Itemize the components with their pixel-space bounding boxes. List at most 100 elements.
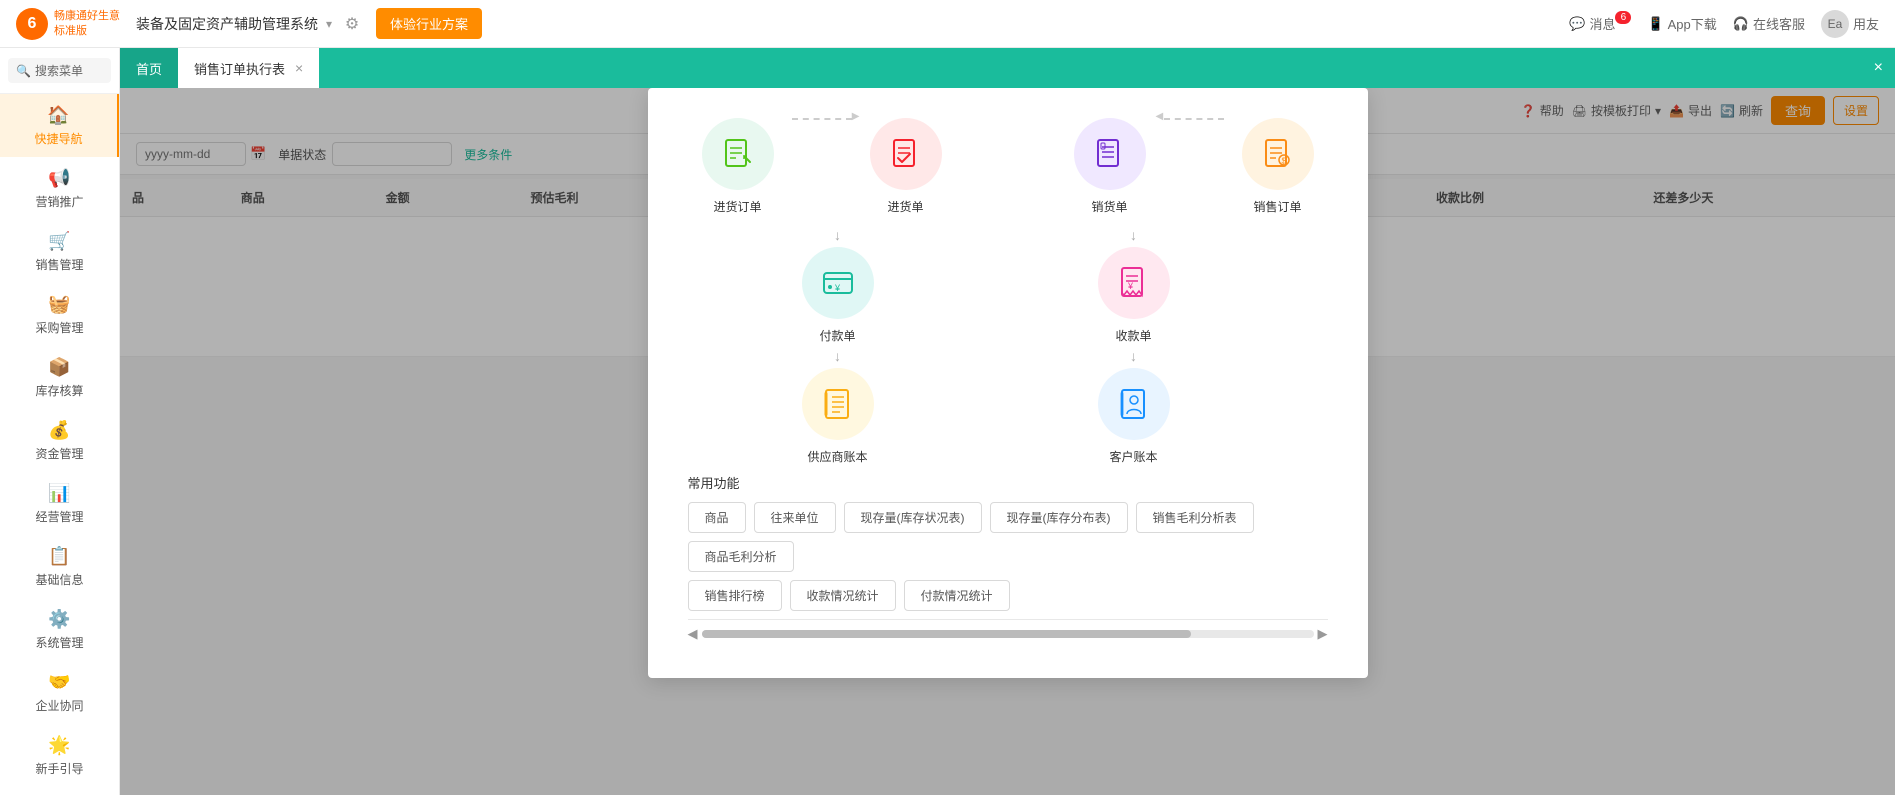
flow-node-sales-receipt[interactable]: 销货单 [1060, 118, 1160, 215]
beginner-icon: 🌟 [49, 734, 71, 756]
func-btn-product-profit[interactable]: 商品毛利分析 [688, 541, 794, 572]
tab-bar-close-icon[interactable]: × [1874, 59, 1883, 77]
purchase-receipt-label: 进货单 [887, 198, 923, 215]
enterprise-icon: 🤝 [49, 671, 71, 693]
scroll-right-icon[interactable]: ▶ [1318, 626, 1328, 642]
flow-node-receipt[interactable]: ¥ 收款单 [1084, 247, 1184, 344]
func-btn-customer-supplier[interactable]: 往来单位 [754, 502, 836, 533]
purchase-order-icon [702, 118, 774, 190]
sidebar-item-basic-info[interactable]: 📋 基础信息 [0, 535, 119, 598]
top-right-actions: 💬 消息 6 📱 App下载 🎧 在线客服 Ea 用友 [1569, 10, 1879, 38]
scroll-left-icon[interactable]: ◀ [688, 626, 698, 642]
marketing-icon: 📢 [49, 167, 71, 189]
flow-node-supplier-ledger[interactable]: 供应商账本 [788, 368, 888, 465]
tab-bar: 首页 销售订单执行表 × × [120, 48, 1895, 88]
payment-label: 付款单 [819, 327, 855, 344]
sidebar-item-sales[interactable]: 🛒 销售管理 [0, 220, 119, 283]
sidebar-item-finance[interactable]: 💰 资金管理 [0, 409, 119, 472]
service-icon: 🎧 [1733, 16, 1749, 32]
app-download-action[interactable]: 📱 App下载 [1647, 14, 1716, 33]
modal-content: 进货订单 [648, 88, 1368, 678]
scroll-area: ◀ ▶ [688, 619, 1328, 648]
content-area: 首页 销售订单执行表 × × ❓ 帮助 🖨 按 [120, 48, 1895, 795]
finance-icon: 💰 [49, 419, 71, 441]
flow-node-sales-order[interactable]: $ 销售订单 [1228, 118, 1328, 215]
basic-info-icon: 📋 [49, 545, 71, 567]
top-bar: 6 畅康通好生意 标准版 装备及固定资产辅助管理系统 ▾ ⚙ 体验行业方案 💬 … [0, 0, 1895, 48]
inventory-icon: 📦 [49, 356, 71, 378]
sales-icon: 🛒 [49, 230, 71, 252]
sales-receipt-label: 销货单 [1091, 198, 1127, 215]
tab-sales-order[interactable]: 销售订单执行表 × [178, 48, 319, 88]
logo-icon: 6 [16, 8, 48, 40]
sidebar-item-enterprise[interactable]: 🤝 企业协同 [0, 661, 119, 724]
payment-icon: ¥ [802, 247, 874, 319]
message-icon: 💬 [1569, 16, 1585, 32]
system-icon: ⚙️ [49, 608, 71, 630]
func-btn-inventory-status[interactable]: 现存量(库存状况表) [844, 502, 982, 533]
operations-icon: 📊 [49, 482, 71, 504]
logo-text: 畅康通好生意 标准版 [54, 9, 120, 38]
flow-node-purchase-receipt[interactable]: 进货单 [856, 118, 956, 215]
receipt-label: 收款单 [1115, 327, 1151, 344]
online-service-action[interactable]: 🎧 在线客服 [1733, 14, 1805, 33]
message-action[interactable]: 💬 消息 6 [1569, 14, 1631, 33]
avatar: Ea [1821, 10, 1849, 38]
download-icon: 📱 [1647, 16, 1663, 32]
flow-node-customer-ledger[interactable]: 客户账本 [1084, 368, 1184, 465]
sidebar-item-operations[interactable]: 📊 经营管理 [0, 472, 119, 535]
func-btn-payment-stats[interactable]: 付款情况统计 [904, 580, 1010, 611]
search-icon: 🔍 [16, 64, 31, 78]
user-label: 用友 [1853, 14, 1879, 33]
experience-btn[interactable]: 体验行业方案 [376, 8, 482, 39]
sidebar-item-system[interactable]: ⚙️ 系统管理 [0, 598, 119, 661]
receipt-icon: ¥ [1098, 247, 1170, 319]
tab-close-icon[interactable]: × [295, 60, 303, 76]
arrow-down-2: ↓ [1130, 227, 1137, 243]
svg-text:¥: ¥ [834, 283, 841, 293]
logo-area: 6 畅康通好生意 标准版 [16, 8, 136, 40]
sidebar-item-inventory[interactable]: 📦 库存核算 [0, 346, 119, 409]
scroll-track[interactable] [702, 630, 1314, 638]
supplier-ledger-label: 供应商账本 [807, 448, 867, 465]
customer-ledger-icon [1098, 368, 1170, 440]
common-functions: 常用功能 商品 往来单位 现存量(库存状况表) 现存量(库存分布表) 销售毛利分… [688, 473, 1328, 611]
arrow-1-icon [792, 118, 852, 120]
flow-node-payment[interactable]: ¥ 付款单 [788, 247, 888, 344]
sales-order-icon: $ [1242, 118, 1314, 190]
arrow-down-3: ↓ [834, 348, 841, 364]
modal-box: 进货订单 [648, 88, 1368, 678]
flow-node-purchase-order[interactable]: 进货订单 [688, 118, 788, 215]
sidebar-item-purchase[interactable]: 🧺 采购管理 [0, 283, 119, 346]
message-badge: 6 [1615, 11, 1631, 24]
func-btn-sales-rank[interactable]: 销售排行榜 [688, 580, 782, 611]
page-content: ❓ 帮助 🖨 按模板打印 ▾ 📤 导出 🔄 刷新 [120, 88, 1895, 795]
customer-ledger-label: 客户账本 [1109, 448, 1157, 465]
sales-receipt-icon [1074, 118, 1146, 190]
func-btn-product[interactable]: 商品 [688, 502, 746, 533]
purchase-receipt-icon [870, 118, 942, 190]
arrow-2-icon [1164, 118, 1224, 120]
user-action[interactable]: Ea 用友 [1821, 10, 1879, 38]
app-download-label: App下载 [1668, 14, 1717, 33]
supplier-ledger-icon [802, 368, 874, 440]
search-menu-btn[interactable]: 🔍 搜索菜单 [8, 58, 111, 83]
home-icon: 🏠 [48, 104, 70, 126]
func-buttons-row-1: 商品 往来单位 现存量(库存状况表) 现存量(库存分布表) 销售毛利分析表 商品… [688, 502, 1328, 572]
sidebar-item-quick-nav[interactable]: 🏠 快捷导航 [0, 94, 119, 157]
settings-icon[interactable]: ⚙ [340, 12, 364, 36]
modal-overlay[interactable]: 进货订单 [120, 88, 1895, 795]
func-btn-inventory-dist[interactable]: 现存量(库存分布表) [990, 502, 1128, 533]
sidebar-search[interactable]: 🔍 搜索菜单 [0, 48, 119, 94]
tab-home[interactable]: 首页 [120, 48, 178, 88]
message-label: 消息 [1589, 14, 1615, 33]
func-btn-sales-profit[interactable]: 销售毛利分析表 [1136, 502, 1254, 533]
system-title: 装备及固定资产辅助管理系统 [136, 14, 318, 34]
sidebar-item-beginner[interactable]: 🌟 新手引导 [0, 724, 119, 787]
dropdown-arrow-icon[interactable]: ▾ [326, 17, 332, 31]
func-btn-receipt-stats[interactable]: 收款情况统计 [790, 580, 896, 611]
common-functions-title: 常用功能 [688, 473, 1328, 492]
func-buttons-row-2: 销售排行榜 收款情况统计 付款情况统计 [688, 580, 1328, 611]
sidebar-item-marketing[interactable]: 📢 营销推广 [0, 157, 119, 220]
sales-order-label: 销售订单 [1253, 198, 1301, 215]
